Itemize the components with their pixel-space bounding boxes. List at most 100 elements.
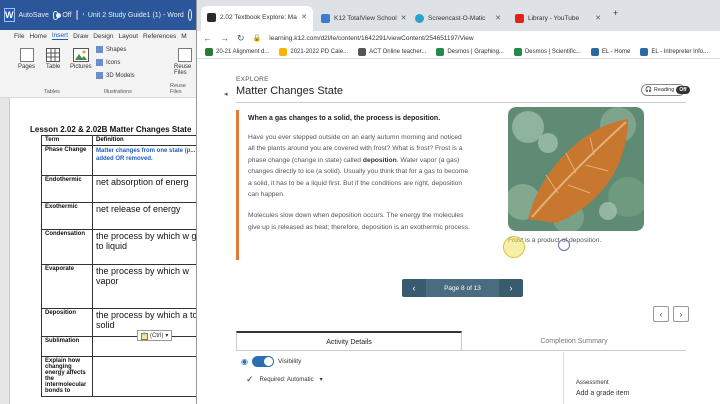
- reuse-files-button[interactable]: Reuse Files: [174, 48, 196, 76]
- autosave-toggle[interactable]: [52, 10, 62, 20]
- table-icon: [46, 48, 61, 62]
- bookmark-item[interactable]: Desmos | Scientific...: [513, 47, 581, 56]
- menu-references[interactable]: References: [143, 33, 176, 40]
- details-tabs: Activity Details Completion Summary: [236, 331, 686, 351]
- reload-icon[interactable]: ↻: [237, 33, 245, 44]
- menu-more[interactable]: M: [181, 33, 186, 40]
- table-row[interactable]: Endothermic net absorption of energ: [41, 175, 213, 203]
- cursor-highlight: [503, 236, 525, 258]
- term-cell: Phase Change: [41, 145, 93, 176]
- autosave-state: Off: [62, 11, 72, 19]
- tab-completion-summary[interactable]: Completion Summary: [462, 331, 686, 351]
- url-field[interactable]: learning.k12.com/d2l/le/content/1642291/…: [269, 35, 473, 42]
- undo-icon[interactable]: [82, 10, 84, 20]
- menu-file[interactable]: File: [14, 33, 24, 40]
- reuse-files-icon: [178, 48, 192, 62]
- bookmark-item[interactable]: 2021-2022 PD Cale...: [279, 47, 349, 56]
- screen: { "word": { "titlebar": { "autosave_labe…: [0, 0, 720, 404]
- back-icon[interactable]: ←: [203, 33, 212, 43]
- bookmark-icon: [205, 47, 213, 56]
- tab-k12-totalview[interactable]: K12 TotalView School ✕: [315, 8, 407, 28]
- table-row[interactable]: Explain how changing energy affects the …: [41, 356, 213, 397]
- autosave-label: AutoSave: [18, 11, 49, 19]
- icons-label: Icons: [106, 59, 121, 66]
- definition-cell: the process by which w gas to liquid: [92, 229, 213, 265]
- close-icon[interactable]: ✕: [495, 14, 501, 22]
- tab-title: Library - YouTube: [528, 14, 580, 22]
- table-row[interactable]: Phase Change Matter changes from one sta…: [41, 145, 213, 176]
- visibility-toggle[interactable]: [251, 356, 274, 367]
- icons-button[interactable]: Icons: [96, 59, 120, 66]
- new-tab-icon[interactable]: +: [613, 8, 618, 18]
- term-cell: Deposition: [41, 308, 93, 337]
- menu-home[interactable]: Home: [29, 33, 46, 40]
- pictures-button[interactable]: Pictures: [70, 48, 92, 70]
- bookmark-icon: [640, 47, 649, 56]
- close-icon[interactable]: ✕: [301, 13, 307, 21]
- bookmark-label: 2021-2022 PD Cale...: [290, 48, 349, 55]
- bookmark-item[interactable]: Desmos | Graphing...: [436, 47, 504, 56]
- tab-youtube[interactable]: Library - YouTube ✕: [509, 8, 607, 28]
- lesson-heading: Matter Changes State: [236, 85, 344, 97]
- prev-topic-button[interactable]: ‹: [653, 306, 669, 322]
- menu-layout[interactable]: Layout: [119, 33, 139, 40]
- bookmark-icon: [358, 47, 367, 56]
- header-definition: Definition: [92, 135, 213, 146]
- bookmark-item[interactable]: ACT Online teacher...: [358, 47, 427, 56]
- search-icon[interactable]: [187, 9, 192, 21]
- pages-button[interactable]: Pages: [18, 48, 35, 70]
- bookmark-item[interactable]: EL - Home: [590, 47, 631, 56]
- forward-icon[interactable]: →: [220, 33, 229, 43]
- pages-label: Pages: [18, 64, 36, 70]
- tab-textbook[interactable]: 2.02 Textbook Explore: Ma ✕: [201, 6, 313, 34]
- tab-activity-details[interactable]: Activity Details: [236, 331, 462, 351]
- tab-title: 2.02 Textbook Explore: Ma: [220, 13, 297, 21]
- shapes-button[interactable]: Shapes: [96, 46, 126, 53]
- definition-cell: the process by which w vapor: [92, 264, 213, 309]
- illustrations-group-label: Illustrations: [104, 89, 132, 95]
- bookmark-item[interactable]: 20-21 Alignment d...: [205, 47, 269, 56]
- tab-screencast[interactable]: Screencast-O-Matic ✕: [409, 8, 507, 28]
- youtube-favicon-icon: [515, 13, 524, 23]
- menu-draw[interactable]: Draw: [73, 33, 88, 40]
- bookmark-label: ACT Online teacher...: [369, 48, 427, 55]
- page-navigator: ‹ Page 8 of 13 ›: [402, 279, 523, 297]
- definition-cell: Matter changes from one state (p... adde…: [92, 145, 213, 176]
- next-page-button[interactable]: ›: [499, 283, 523, 293]
- details-divider: [563, 352, 564, 404]
- close-icon[interactable]: ✕: [595, 14, 601, 22]
- definition-cell: [92, 356, 213, 397]
- bookmark-label: EL - Home: [601, 48, 631, 55]
- tab-strip: 2.02 Textbook Explore: Ma ✕ K12 TotalVie…: [197, 0, 720, 34]
- close-icon[interactable]: ✕: [401, 14, 407, 22]
- chevron-down-icon: ▾: [165, 333, 169, 339]
- word-titlebar: W AutoSave Off Unit 2 Study Guide1 (1) -…: [0, 0, 196, 30]
- paste-options-button[interactable]: (Ctrl) ▾: [137, 330, 173, 341]
- reading-toggle[interactable]: 🎧 Reading Off: [641, 84, 690, 96]
- menu-design[interactable]: Design: [93, 33, 113, 40]
- eye-icon: ◉: [241, 357, 248, 366]
- required-row[interactable]: ✓ Required: Automatic ▾: [246, 374, 323, 385]
- term-cell: Sublimation: [41, 336, 93, 357]
- bookmark-item[interactable]: EL - Intrepreter Info...: [640, 47, 708, 56]
- table-button[interactable]: Table: [46, 48, 60, 70]
- collapse-panel-icon[interactable]: ◂: [224, 90, 228, 98]
- previous-page-button[interactable]: ‹: [402, 283, 426, 293]
- pictures-label: Pictures: [70, 64, 92, 70]
- 3d-models-button[interactable]: 3D Models: [96, 72, 135, 79]
- menu-insert[interactable]: Insert: [51, 32, 69, 40]
- bookmark-label: Desmos | Scientific...: [524, 48, 581, 55]
- table-row[interactable]: Deposition the process by which a to a s…: [41, 308, 213, 337]
- pages-icon: [19, 48, 34, 62]
- paragraph-2: Molecules slow down when deposition occu…: [248, 212, 470, 231]
- add-grade-item-link[interactable]: Add a grade item: [576, 390, 629, 397]
- table-row[interactable]: Exothermic net release of energy: [41, 202, 213, 230]
- pictures-icon: [72, 48, 89, 62]
- save-icon[interactable]: [76, 10, 78, 20]
- lock-icon: 🔒: [252, 35, 262, 42]
- bookmark-icon: [279, 47, 288, 56]
- table-row[interactable]: Condensation the process by which w gas …: [41, 229, 213, 265]
- table-row[interactable]: Evaporate the process by which w vapor: [41, 264, 213, 309]
- next-topic-button[interactable]: ›: [673, 306, 689, 322]
- table-row[interactable]: Sublimation: [41, 336, 213, 357]
